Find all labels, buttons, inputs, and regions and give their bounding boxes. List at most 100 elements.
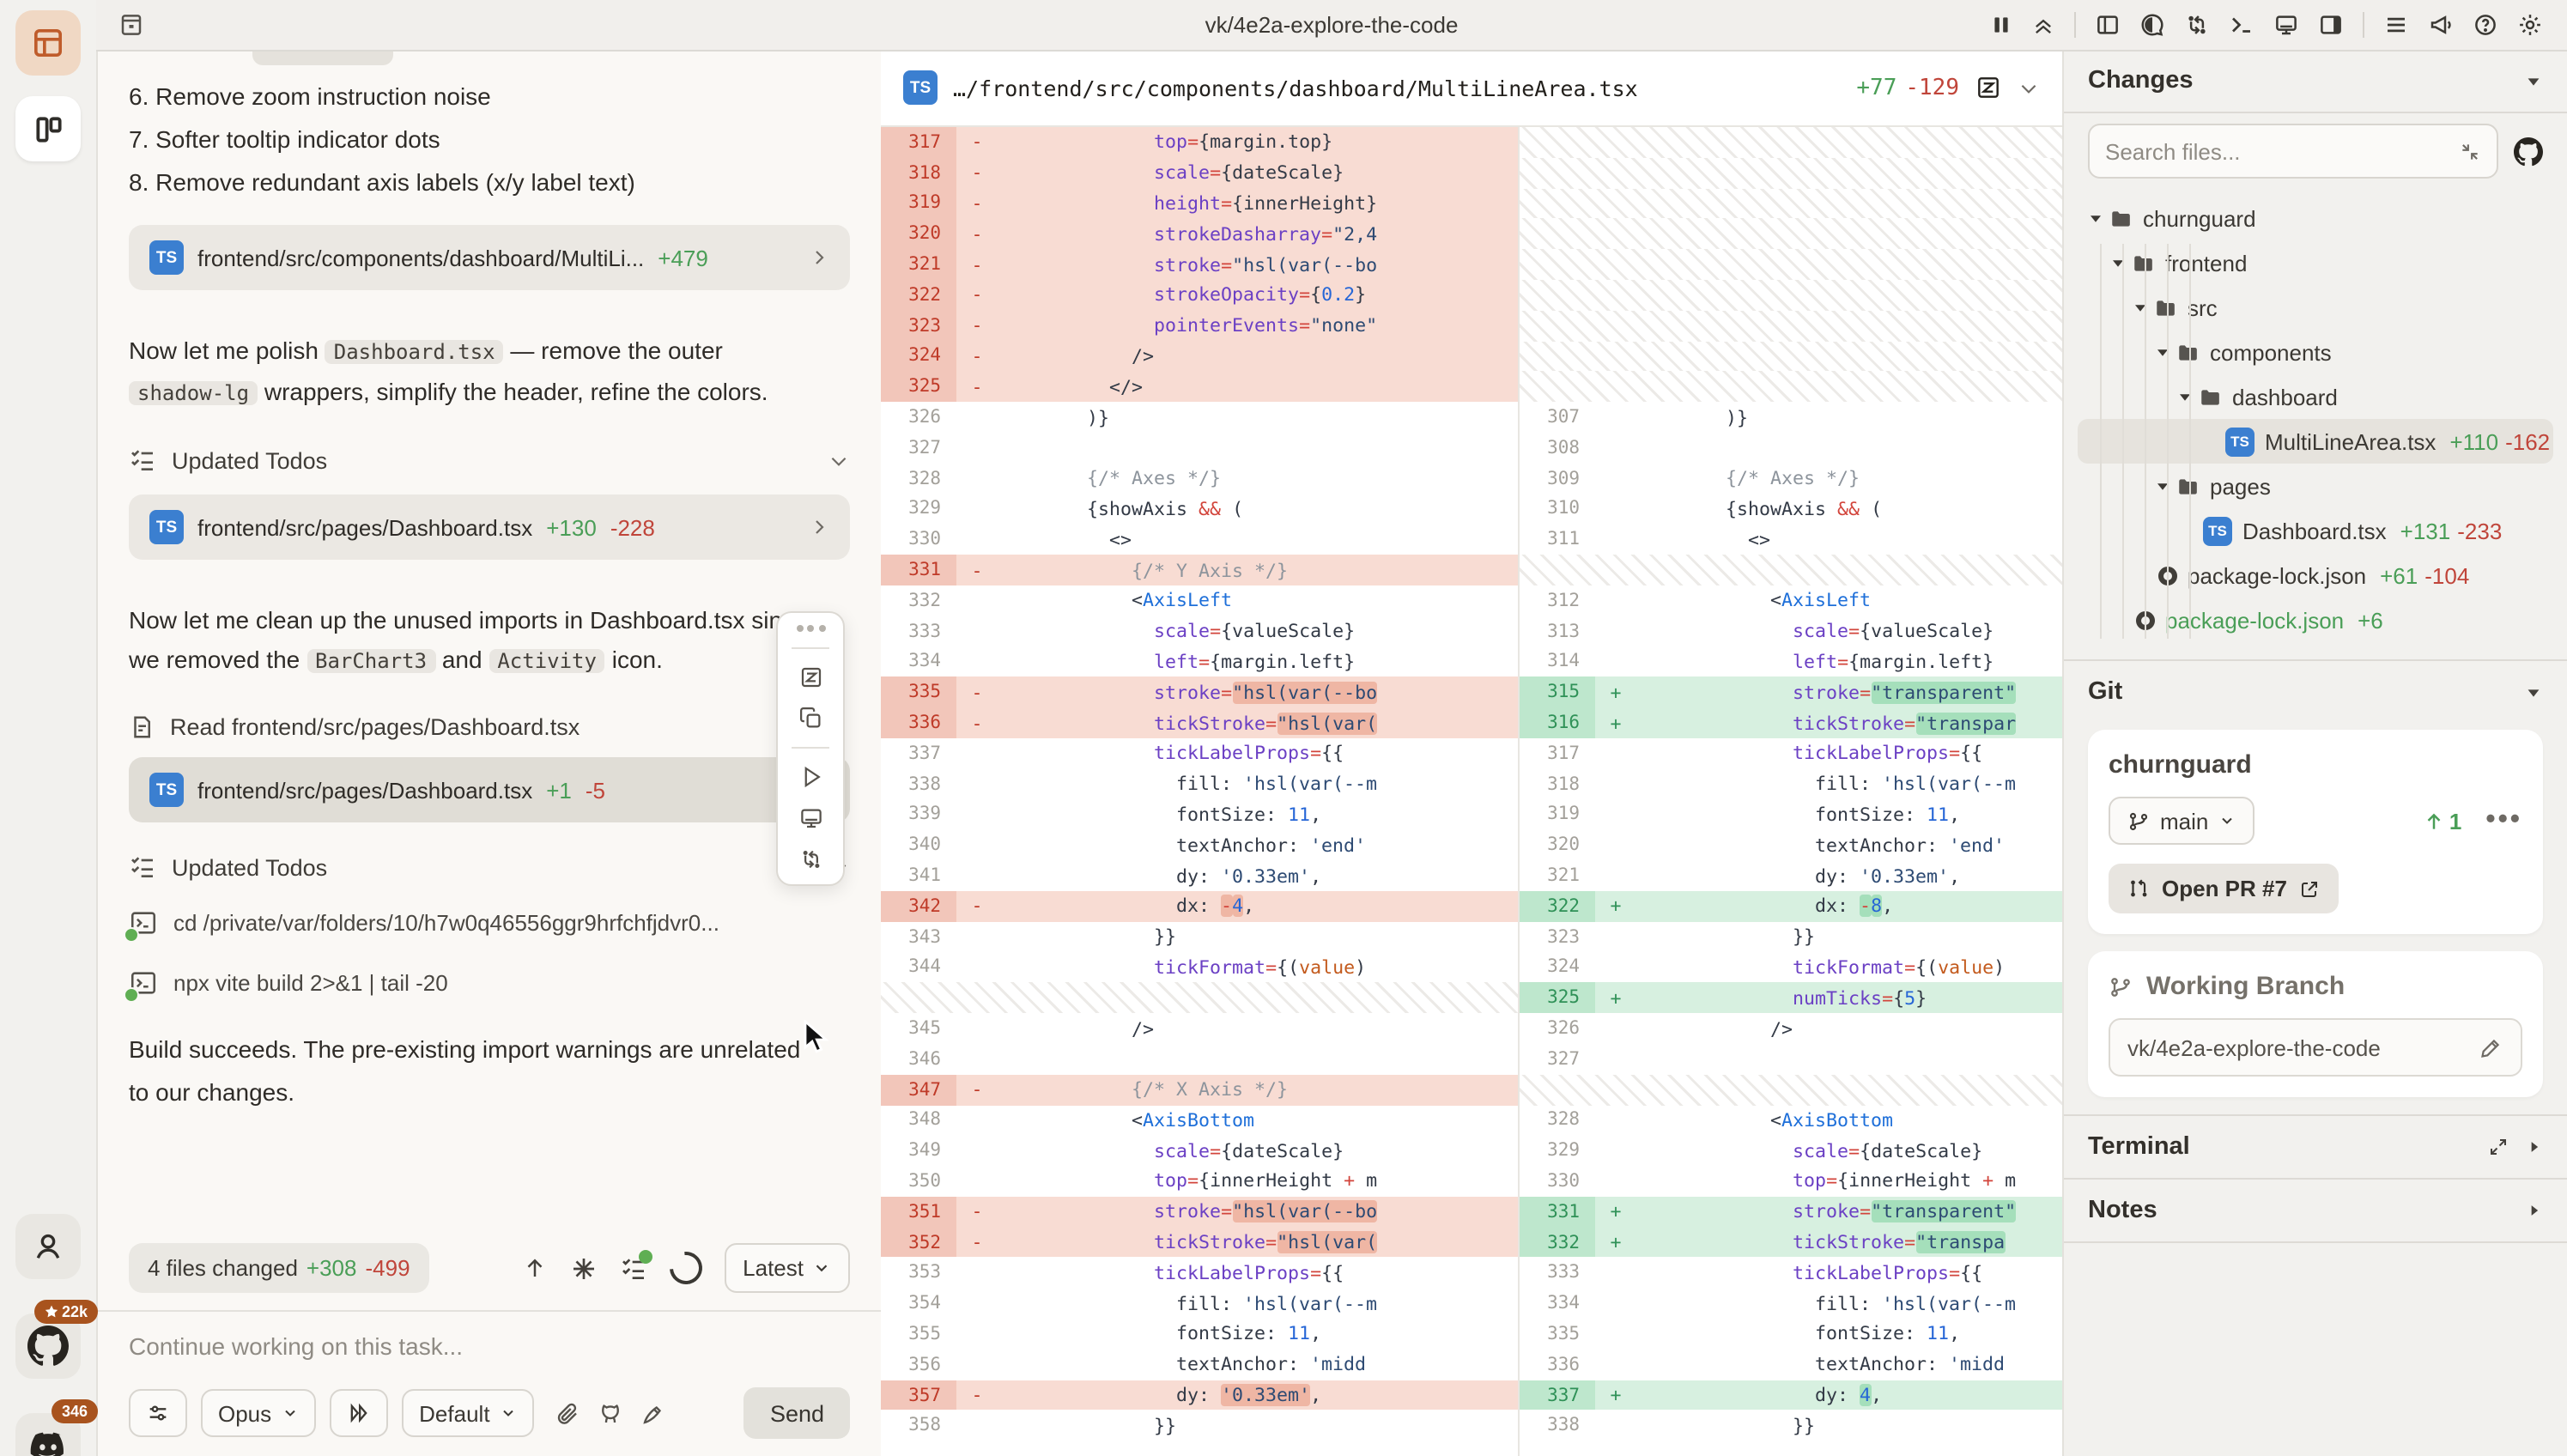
more-actions-icon[interactable]: •••	[2485, 805, 2522, 836]
tree-file-package-lock.json[interactable]: package-lock.json+6	[2078, 598, 2553, 642]
updated-todos-row[interactable]: Updated Todos	[129, 446, 850, 474]
drag-handle-icon[interactable]	[796, 625, 825, 632]
diff-row[interactable]: 307 )}	[1520, 402, 2062, 433]
tree-file-Dashboard.tsx[interactable]: TSDashboard.tsx+131-233	[2078, 508, 2553, 553]
send-button[interactable]: Send	[744, 1387, 850, 1439]
diff-row[interactable]: 348 <AxisBottom	[881, 1105, 1518, 1136]
account-button[interactable]	[15, 1214, 81, 1279]
copy-icon[interactable]	[798, 706, 823, 731]
terminal-command-row[interactable]: cd /private/var/folders/10/h7w0q46556ggr…	[129, 908, 850, 937]
diff-row[interactable]	[1520, 341, 2062, 372]
version-select[interactable]: Latest	[724, 1243, 850, 1293]
diff-file-header[interactable]: TS …/frontend/src/components/dashboard/M…	[881, 50, 2062, 127]
git-section-header[interactable]: Git	[2064, 661, 2567, 723]
sparkle-icon[interactable]	[569, 1254, 597, 1282]
menu-icon[interactable]	[2383, 12, 2409, 38]
diff-row[interactable]: 338 fill: 'hsl(var(--m	[881, 768, 1518, 799]
help-icon[interactable]	[2473, 12, 2498, 38]
tree-folder-churnguard[interactable]: churnguard	[2078, 196, 2553, 240]
zed-editor-icon[interactable]	[798, 664, 823, 690]
diff-row[interactable]: 331- {/* Y Axis */}	[881, 555, 1518, 585]
diff-row[interactable]: 319 fontSize: 11,	[1520, 799, 2062, 830]
diff-row[interactable]	[1520, 311, 2062, 342]
tree-folder-frontend[interactable]: frontend	[2078, 240, 2553, 285]
github-cat-icon[interactable]	[2514, 136, 2543, 166]
terminal-icon[interactable]	[2229, 12, 2254, 38]
diff-row[interactable]: 343 }}	[881, 921, 1518, 952]
diff-row[interactable]	[1520, 127, 2062, 158]
diff-row[interactable]: 325- </>	[881, 372, 1518, 403]
diff-row[interactable]: 329 {showAxis && (	[881, 494, 1518, 525]
diff-row[interactable]: 311 <>	[1520, 525, 2062, 555]
diff-row[interactable]: 318- scale={dateScale}	[881, 158, 1518, 189]
tree-file-package-lock.json[interactable]: package-lock.json+61-104	[2078, 553, 2553, 598]
diff-row[interactable]: 318 fill: 'hsl(var(--m	[1520, 768, 2062, 799]
branch-select[interactable]: main	[2109, 797, 2254, 845]
diff-row[interactable]: 322+ dx: -8,	[1520, 891, 2062, 922]
diff-row[interactable]: 346	[881, 1044, 1518, 1075]
diff-row[interactable]: 351- stroke="hsl(var(--bo	[881, 1197, 1518, 1228]
diff-row[interactable]: 329 scale={dateScale}	[1520, 1136, 2062, 1167]
diff-row[interactable]: 324- />	[881, 341, 1518, 372]
diff-row[interactable]	[1520, 280, 2062, 311]
diff-row[interactable]: 323 }}	[1520, 921, 2062, 952]
diff-row[interactable]: 356 textAnchor: 'midd	[881, 1350, 1518, 1380]
tree-folder-pages[interactable]: pages	[2078, 464, 2553, 508]
diff-row[interactable]: 358 }}	[881, 1410, 1518, 1441]
collapse-up-icon[interactable]	[2031, 13, 2055, 37]
diff-row[interactable]: 334 left={margin.left}	[881, 646, 1518, 677]
file-diff-chip[interactable]: TS frontend/src/components/dashboard/Mul…	[129, 225, 850, 290]
diff-row[interactable]: 327	[881, 433, 1518, 464]
pause-icon[interactable]	[1990, 14, 2012, 36]
diff-row[interactable]: 331+ stroke="transparent"	[1520, 1197, 2062, 1228]
file-diff-chip[interactable]: TS frontend/src/pages/Dashboard.tsx +130…	[129, 494, 850, 560]
diff-row[interactable]: 335 fontSize: 11,	[1520, 1319, 2062, 1350]
working-branch-input[interactable]: vk/4e2a-explore-the-code	[2109, 1018, 2522, 1077]
diff-row[interactable]: 326 )}	[881, 402, 1518, 433]
diff-row[interactable]: 320- strokeDasharray="2,4	[881, 219, 1518, 250]
triangle-right-icon[interactable]	[2526, 1138, 2543, 1156]
diff-row[interactable]: 324 tickFormat={(value)	[1520, 952, 2062, 983]
open-pr-button[interactable]: Open PR #7	[2109, 864, 2339, 913]
diff-row[interactable]	[1520, 249, 2062, 280]
layout-tab-button[interactable]	[15, 10, 81, 76]
diff-row[interactable]	[1520, 158, 2062, 189]
diff-row[interactable]: 328 <AxisBottom	[1520, 1105, 2062, 1136]
diff-row[interactable]: 355 fontSize: 11,	[881, 1319, 1518, 1350]
diff-row[interactable]: 317- top={margin.top}	[881, 127, 1518, 158]
diff-row[interactable]	[1520, 372, 2062, 403]
chat-bubble-icon[interactable]	[2139, 12, 2165, 38]
diff-row[interactable]: 337 tickLabelProps={{	[881, 738, 1518, 769]
diff-new-column[interactable]: 307 )}308309 {/* Axes */}310 {showAxis &…	[1520, 127, 2062, 1456]
diff-row[interactable]	[1520, 1074, 2062, 1105]
github-cat-icon[interactable]	[598, 1400, 624, 1426]
diff-row[interactable]: 349 scale={dateScale}	[881, 1136, 1518, 1167]
play-icon[interactable]	[798, 764, 823, 790]
attachment-icon[interactable]	[555, 1400, 581, 1426]
diff-row[interactable]: 314 left={margin.left}	[1520, 646, 2062, 677]
diff-row[interactable]: 339 fontSize: 11,	[881, 799, 1518, 830]
mode-select[interactable]: Default	[402, 1389, 534, 1437]
settings-gear-icon[interactable]	[2517, 12, 2543, 38]
diff-row[interactable]: 308	[1520, 433, 2062, 464]
diff-row[interactable]	[1520, 555, 2062, 585]
diff-row[interactable]: 330 <>	[881, 525, 1518, 555]
diff-row[interactable]: 332 <AxisLeft	[881, 585, 1518, 616]
tree-folder-dashboard[interactable]: dashboard	[2078, 374, 2553, 419]
panel-left-icon[interactable]	[2095, 12, 2121, 38]
diff-row[interactable]: 334 fill: 'hsl(var(--m	[1520, 1289, 2062, 1320]
diff-row[interactable]: 323- pointerEvents="none"	[881, 311, 1518, 342]
diff-row[interactable]: 320 textAnchor: 'end'	[1520, 830, 2062, 861]
diff-row[interactable]: 313 scale={valueScale}	[1520, 616, 2062, 647]
diff-row[interactable]: 352- tickStroke="hsl(var(	[881, 1227, 1518, 1258]
diff-row[interactable]: 338 }}	[1520, 1410, 2062, 1441]
diff-row[interactable]: 341 dy: '0.33em',	[881, 860, 1518, 891]
diff-row[interactable]: 333 tickLabelProps={{	[1520, 1258, 2062, 1289]
message-input[interactable]: Continue working on this task...	[129, 1332, 850, 1377]
discord-button[interactable]: 346	[15, 1413, 81, 1456]
diff-row[interactable]	[1520, 219, 2062, 250]
chevron-down-icon[interactable]	[2018, 76, 2040, 99]
git-compare-icon[interactable]	[2184, 12, 2210, 38]
diff-row[interactable]: 335- stroke="hsl(var(--bo	[881, 677, 1518, 708]
expand-icon[interactable]	[2488, 1137, 2509, 1157]
